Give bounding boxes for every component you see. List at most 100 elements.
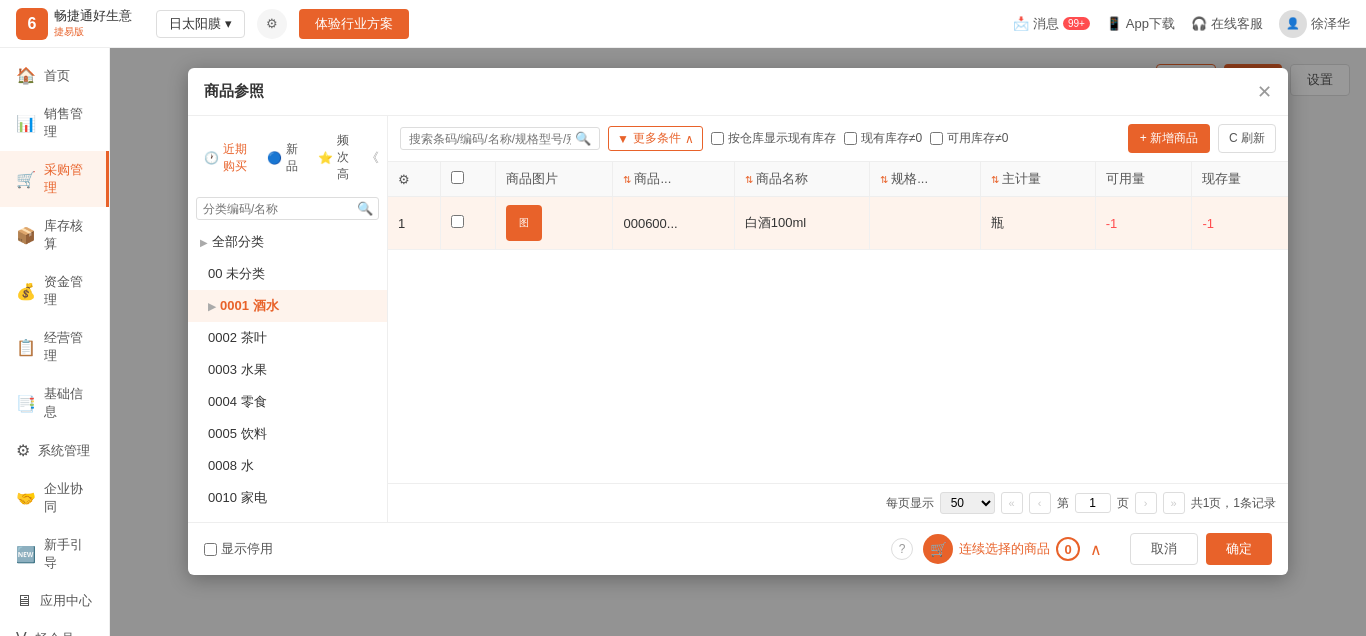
cat-item-0005[interactable]: 0005 饮料: [188, 418, 387, 450]
collab-icon: 🤝: [16, 489, 36, 508]
modal-close-button[interactable]: ✕: [1257, 83, 1272, 101]
collapse-footer-button[interactable]: ∧: [1090, 540, 1102, 559]
sidebar-item-inventory[interactable]: 📦 库存核算: [0, 207, 109, 263]
recent-icon: 🕐: [204, 151, 219, 165]
toolbar-right: + 新增商品 C 刷新: [1128, 124, 1276, 153]
last-page-button[interactable]: »: [1163, 492, 1185, 514]
new-icon: 🔵: [267, 151, 282, 165]
first-page-button[interactable]: «: [1001, 492, 1023, 514]
avatar: 👤: [1279, 10, 1307, 38]
th-spec[interactable]: ⇅ 规格...: [870, 162, 981, 197]
cat-item-00[interactable]: 00 未分类: [188, 258, 387, 290]
expand-active-icon: ▶: [208, 301, 216, 312]
sidebar-item-basic[interactable]: 📑 基础信息: [0, 375, 109, 431]
logo-text: 畅捷通好生意 捷易版: [54, 8, 132, 39]
category-search-box[interactable]: 🔍: [196, 197, 379, 220]
search-icon: 🔍: [575, 131, 591, 146]
online-service-item[interactable]: 🎧 在线客服: [1191, 15, 1263, 33]
sidebar-label-ops: 经营管理: [44, 329, 93, 365]
filter-icon: ▼: [617, 132, 629, 146]
category-search-input[interactable]: [203, 202, 353, 216]
cell-spec: [870, 197, 981, 250]
cb-existing-group[interactable]: 现有库存≠0: [844, 130, 922, 147]
sidebar-item-finance[interactable]: 💰 资金管理: [0, 263, 109, 319]
basic-icon: 📑: [16, 394, 36, 413]
row-checkbox[interactable]: [451, 215, 464, 228]
cb-show-stock[interactable]: [711, 132, 724, 145]
modal-header: 商品参照 ✕: [188, 68, 1288, 116]
page-size-select[interactable]: 10 20 50 100: [940, 492, 995, 514]
sidebar-item-collab[interactable]: 🤝 企业协同: [0, 470, 109, 526]
company-dropdown[interactable]: 日太阳膜 ▾: [156, 10, 245, 38]
nav-right: 📩 消息 99+ 📱 App下载 🎧 在线客服 👤 徐泽华: [1013, 10, 1350, 38]
th-name[interactable]: ⇅ 商品名称: [734, 162, 869, 197]
cat-item-0001[interactable]: ▶ 0001 酒水: [188, 290, 387, 322]
cancel-button[interactable]: 取消: [1130, 533, 1198, 565]
sidebar-item-system[interactable]: ⚙ 系统管理: [0, 431, 109, 470]
help-icon[interactable]: ?: [891, 538, 913, 560]
prev-page-button[interactable]: ‹: [1029, 492, 1051, 514]
sidebar-item-guide[interactable]: 🆕 新手引导: [0, 526, 109, 582]
tab-recent-purchase[interactable]: 🕐 近期购买: [196, 137, 255, 179]
sort-name-icon: ⇅: [745, 174, 753, 185]
tab-new-items[interactable]: 🔵 新品: [259, 137, 306, 179]
th-unit[interactable]: ⇅ 主计量: [981, 162, 1096, 197]
product-search-group[interactable]: 🔍: [400, 127, 600, 150]
cell-checkbox[interactable]: [440, 197, 495, 250]
product-search-input[interactable]: [409, 132, 571, 146]
filter-button[interactable]: ▼ 更多条件 ∧: [608, 126, 703, 151]
system-icon: ⚙: [16, 441, 30, 460]
cat-item-0002[interactable]: 0002 茶叶: [188, 322, 387, 354]
tab-frequent[interactable]: ⭐ 频次高: [310, 128, 362, 187]
cb-available[interactable]: [930, 132, 943, 145]
product-table-container: ⚙ 商品图片 ⇅: [388, 162, 1288, 483]
th-image: 商品图片: [495, 162, 613, 197]
table-row[interactable]: 1 图 000600... 白酒100ml: [388, 197, 1288, 250]
cart-icon: 🛒: [923, 534, 953, 564]
star-icon: ⭐: [318, 151, 333, 165]
cat-item-0010[interactable]: 0010 家电: [188, 482, 387, 514]
th-code[interactable]: ⇅ 商品...: [613, 162, 734, 197]
cat-item-0008[interactable]: 0008 水: [188, 450, 387, 482]
show-disabled-label[interactable]: 显示停用: [204, 540, 273, 558]
user-item[interactable]: 👤 徐泽华: [1279, 10, 1350, 38]
select-all-checkbox[interactable]: [451, 171, 464, 184]
table-header-row: ⚙ 商品图片 ⇅: [388, 162, 1288, 197]
page-label: 第: [1057, 495, 1069, 512]
app-download-item[interactable]: 📱 App下载: [1106, 15, 1175, 33]
sidebar-item-purchase[interactable]: 🛒 采购管理: [0, 151, 109, 207]
collapse-left-button[interactable]: 《: [366, 149, 379, 167]
sidebar-item-sales[interactable]: 📊 销售管理: [0, 95, 109, 151]
sort-unit-icon: ⇅: [991, 174, 999, 185]
inventory-icon: 📦: [16, 226, 36, 245]
refresh-button[interactable]: C 刷新: [1218, 124, 1276, 153]
ops-icon: 📋: [16, 338, 36, 357]
sidebar-item-home[interactable]: 🏠 首页: [0, 56, 109, 95]
cb-show-stock-group[interactable]: 按仓库显示现有库存: [711, 130, 836, 147]
add-product-button[interactable]: + 新增商品: [1128, 124, 1210, 153]
sort-spec-icon: ⇅: [880, 174, 888, 185]
page-input[interactable]: [1075, 493, 1111, 513]
sidebar-label-system: 系统管理: [38, 442, 90, 460]
next-page-button[interactable]: ›: [1135, 492, 1157, 514]
messages-item[interactable]: 📩 消息 99+: [1013, 15, 1090, 33]
cb-existing[interactable]: [844, 132, 857, 145]
sidebar-item-ops[interactable]: 📋 经营管理: [0, 319, 109, 375]
settings-icon[interactable]: ⚙: [257, 9, 287, 39]
modal-footer: 显示停用 ? 🛒 连续选择的商品 0 ∧ 取消 确定: [188, 522, 1288, 575]
sidebar: 🏠 首页 📊 销售管理 🛒 采购管理 📦 库存核算 💰 资金管理 📋 经营管理 …: [0, 48, 110, 636]
sidebar-item-member[interactable]: V 畅会员: [0, 620, 109, 636]
cat-item-0003[interactable]: 0003 水果: [188, 354, 387, 386]
member-icon: V: [16, 630, 27, 636]
show-disabled-checkbox[interactable]: [204, 543, 217, 556]
tab-frequent-label: 频次高: [337, 132, 354, 183]
modal-body: 🕐 近期购买 🔵 新品 ⭐ 频次高 《: [188, 116, 1288, 522]
trial-button[interactable]: 体验行业方案: [299, 9, 409, 39]
sidebar-item-apps[interactable]: 🖥 应用中心: [0, 582, 109, 620]
cb-available-group[interactable]: 可用库存≠0: [930, 130, 1008, 147]
chevron-up-icon: ∧: [685, 132, 694, 146]
cat-item-all[interactable]: ▶ 全部分类: [188, 226, 387, 258]
sidebar-label-home: 首页: [44, 67, 70, 85]
confirm-button[interactable]: 确定: [1206, 533, 1272, 565]
cat-item-0004[interactable]: 0004 零食: [188, 386, 387, 418]
